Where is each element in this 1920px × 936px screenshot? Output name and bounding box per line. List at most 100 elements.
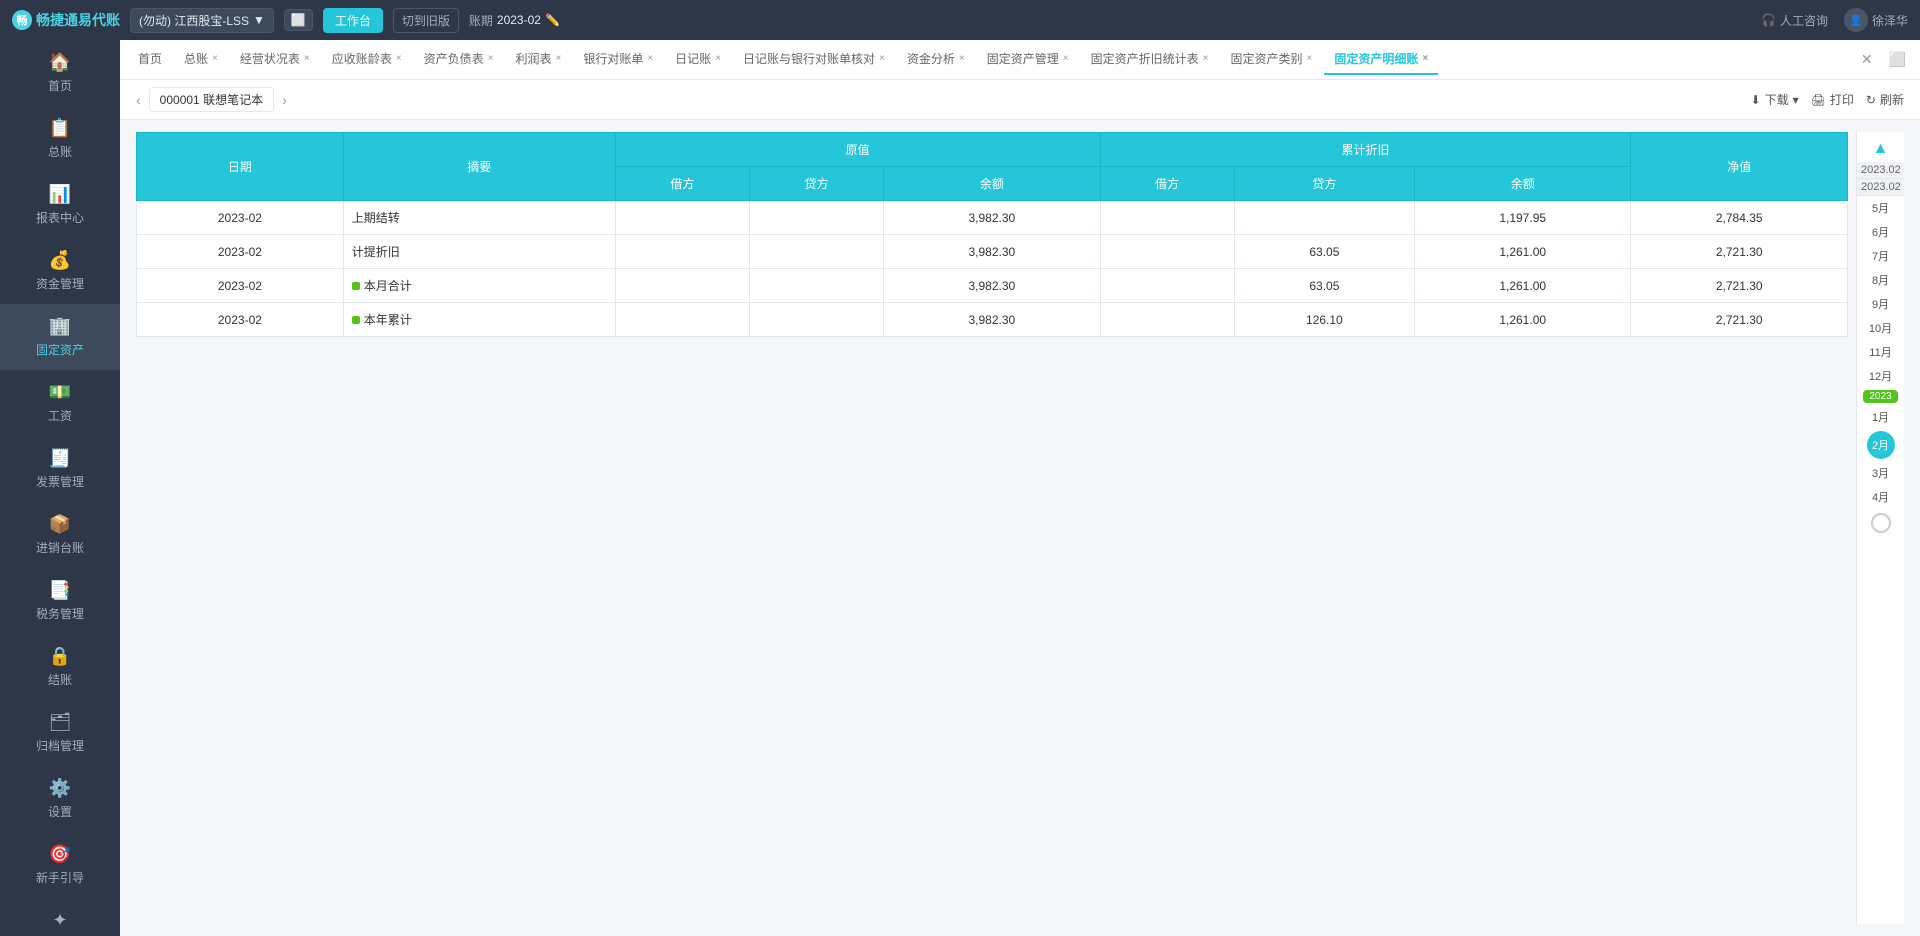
prev-arrow[interactable]: ‹	[136, 92, 141, 108]
cell-accum-balance: 1,197.95	[1414, 201, 1630, 235]
tab-journal-bank-close[interactable]: ×	[879, 53, 885, 64]
tab-bank-statement[interactable]: 银行对账单 ×	[573, 44, 663, 75]
tab-journal-close[interactable]: ×	[715, 53, 721, 64]
timeline-month-item[interactable]: 2023	[1863, 388, 1897, 405]
timeline-month-item[interactable]: 3月	[1863, 461, 1897, 485]
timeline-up-arrow[interactable]: ▲	[1869, 136, 1893, 162]
tab-ledger[interactable]: 总账 ×	[174, 44, 228, 75]
tab-profit[interactable]: 利润表 ×	[505, 44, 571, 75]
service-button[interactable]: 🎧 人工咨询	[1761, 12, 1828, 29]
tab-receivable-close[interactable]: ×	[396, 53, 402, 64]
timeline-month-item[interactable]: 12月	[1863, 364, 1897, 388]
close-all-tabs-button[interactable]: ✕	[1855, 47, 1879, 72]
tab-business-close[interactable]: ×	[304, 53, 310, 64]
asset-tag[interactable]: 000001 联想笔记本	[149, 87, 274, 112]
tab-business[interactable]: 经营状况表 ×	[230, 44, 320, 75]
tab-journal-label: 日记账	[675, 50, 711, 67]
cell-description: 本月合计	[343, 269, 615, 303]
sidebar-item-guide[interactable]: 🎯 新手引导	[0, 832, 120, 898]
tab-fixed-detail[interactable]: 固定资产明细账 ×	[1324, 44, 1438, 75]
tab-journal-bank[interactable]: 日记账与银行对账单核对 ×	[733, 44, 895, 75]
next-arrow[interactable]: ›	[282, 92, 287, 108]
cell-original-balance: 3,982.30	[884, 269, 1100, 303]
tab-fixed-detail-close[interactable]: ×	[1422, 53, 1428, 64]
tab-ledger-label: 总账	[184, 50, 208, 67]
maximize-button[interactable]: ⬜	[1883, 47, 1912, 72]
sidebar-item-tax[interactable]: 📑 税务管理	[0, 568, 120, 634]
timeline-panel: ▲ 2023.02 2023.02 5月6月7月8月9月10月11月12月202…	[1856, 132, 1904, 924]
tab-fixed-depr[interactable]: 固定资产折旧统计表 ×	[1081, 44, 1219, 75]
old-version-button[interactable]: 切到旧版	[393, 8, 459, 33]
tab-fixed-depr-close[interactable]: ×	[1203, 53, 1209, 64]
table-container: 日期 摘要 原值 累计折旧 净值 借方 贷方 余额 借方	[120, 120, 1920, 936]
sidebar-item-reports[interactable]: 📊 报表中心	[0, 172, 120, 238]
tab-bank-statement-close[interactable]: ×	[647, 53, 653, 64]
period-value: 2023-02	[497, 13, 541, 27]
timeline-month-item[interactable]: 10月	[1863, 316, 1897, 340]
copy-button[interactable]: ⬜	[284, 9, 313, 31]
tab-balance[interactable]: 资产负债表 ×	[414, 44, 504, 75]
workbench-button[interactable]: 工作台	[323, 8, 383, 33]
archive-icon: 🗂	[49, 712, 72, 733]
timeline-month-item[interactable]: 9月	[1863, 292, 1897, 316]
guide-icon: 🎯	[49, 844, 71, 865]
tab-ledger-close[interactable]: ×	[212, 53, 218, 64]
period-edit-icon[interactable]: ✏️	[545, 13, 560, 27]
sidebar-item-label: 进销台账	[36, 539, 84, 556]
sidebar-item-home[interactable]: 🏠 首页	[0, 40, 120, 106]
timeline-month-item[interactable]: 7月	[1863, 244, 1897, 268]
tab-profit-close[interactable]: ×	[555, 53, 561, 64]
timeline-month-item[interactable]: 4月	[1863, 485, 1897, 509]
tab-bar-actions: ✕ ⬜	[1855, 47, 1912, 72]
sidebar-item-settings[interactable]: ⚙️ 设置	[0, 766, 120, 832]
th-accum-debit: 借方	[1100, 167, 1234, 201]
sidebar-item-archive[interactable]: 🗂 归档管理	[0, 700, 120, 766]
sidebar-item-member[interactable]: ✦ 畅会员	[0, 898, 120, 936]
cell-original-debit	[615, 235, 749, 269]
sidebar-item-funds[interactable]: 💰 资金管理	[0, 238, 120, 304]
company-selector[interactable]: (勿动) 江西股宝-LSS ▼	[130, 8, 274, 33]
tab-fund-analysis-close[interactable]: ×	[959, 53, 965, 64]
sub-header: ‹ 000001 联想笔记本 › ⬇ 下载 ▾ 🖨 打印	[120, 80, 1920, 120]
sidebar-item-ledger[interactable]: 📋 总账	[0, 106, 120, 172]
tab-receivable[interactable]: 应收账龄表 ×	[322, 44, 412, 75]
sidebar-item-fixed-assets[interactable]: 🏢 固定资产	[0, 304, 120, 370]
app-logo: 畅 畅捷通易代账	[12, 10, 120, 30]
sidebar-item-label: 设置	[48, 803, 72, 820]
cell-original-balance: 3,982.30	[884, 235, 1100, 269]
sidebar-item-label: 归档管理	[36, 737, 84, 754]
sidebar-item-invoice[interactable]: 🧾 发票管理	[0, 436, 120, 502]
timeline-month-item[interactable]: 8月	[1863, 268, 1897, 292]
period-label: 账期	[469, 12, 493, 29]
sidebar-item-salary[interactable]: 💵 工资	[0, 370, 120, 436]
timeline-month-item[interactable]: 1月	[1863, 405, 1897, 429]
cell-net-value: 2,721.30	[1631, 269, 1848, 303]
timeline-month-item[interactable]: 11月	[1863, 340, 1897, 364]
tab-journal[interactable]: 日记账 ×	[665, 44, 731, 75]
download-button[interactable]: ⬇ 下载 ▾	[1751, 91, 1799, 108]
refresh-button[interactable]: ↻ 刷新	[1866, 91, 1904, 108]
timeline-circle[interactable]	[1871, 513, 1891, 533]
timeline-year1: 2023.02	[1857, 162, 1904, 179]
avatar: 👤	[1844, 8, 1868, 32]
sidebar-item-close[interactable]: 🔒 结账	[0, 634, 120, 700]
tab-home[interactable]: 首页	[128, 44, 172, 75]
tab-receivable-label: 应收账龄表	[332, 50, 392, 67]
tab-fund-analysis[interactable]: 资金分析 ×	[897, 44, 975, 75]
timeline-month-item[interactable]: 6月	[1863, 220, 1897, 244]
cell-description: 本年累计	[343, 303, 615, 337]
user-menu[interactable]: 👤 徐泽华	[1844, 8, 1908, 32]
tab-balance-label: 资产负债表	[424, 50, 484, 67]
tab-balance-close[interactable]: ×	[488, 53, 494, 64]
print-button[interactable]: 🖨 打印	[1811, 91, 1854, 108]
tab-fixed-mgmt-close[interactable]: ×	[1063, 53, 1069, 64]
cell-original-credit	[749, 269, 883, 303]
timeline-month-item[interactable]: 2月	[1863, 431, 1897, 459]
tab-fixed-type-close[interactable]: ×	[1306, 53, 1312, 64]
sidebar-item-sales[interactable]: 📦 进销台账	[0, 502, 120, 568]
tab-fixed-type[interactable]: 固定资产类别 ×	[1220, 44, 1322, 75]
timeline-month-item[interactable]: 5月	[1863, 196, 1897, 220]
tab-fixed-mgmt[interactable]: 固定资产管理 ×	[977, 44, 1079, 75]
cell-accum-credit: 63.05	[1234, 235, 1414, 269]
sidebar-item-label: 首页	[48, 77, 72, 94]
